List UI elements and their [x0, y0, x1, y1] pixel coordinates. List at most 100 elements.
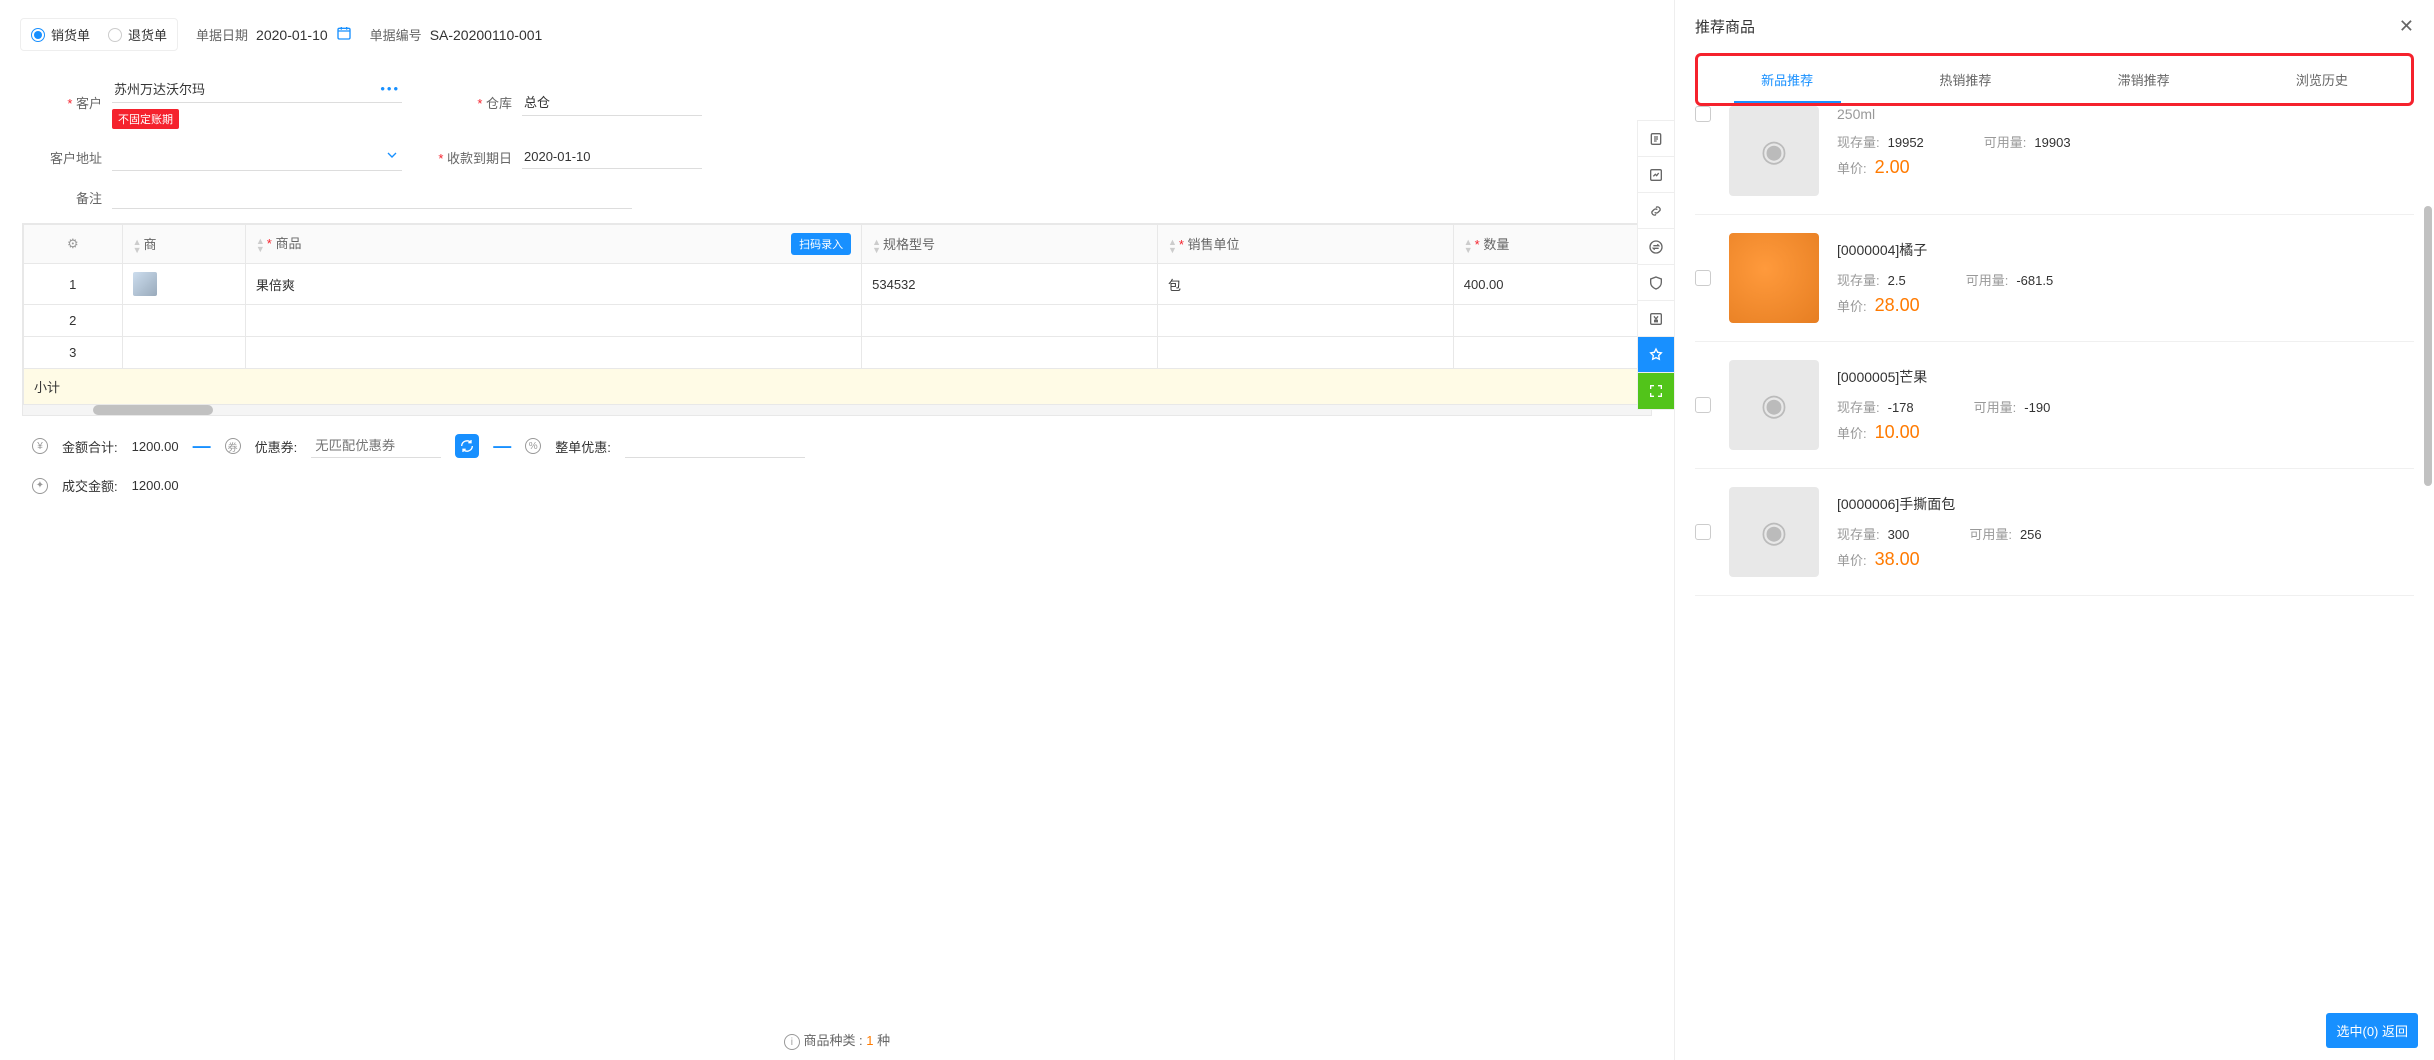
chevron-down-icon[interactable] — [384, 147, 400, 166]
more-icon[interactable]: ••• — [380, 81, 400, 96]
footer-count: 1 — [866, 1033, 873, 1048]
tab-hot[interactable]: 热销推荐 — [1876, 60, 2054, 99]
due-value[interactable]: 2020-01-10 — [524, 149, 591, 164]
table-row[interactable]: 1 果倍爽 534532 包 400.00 — [24, 264, 1651, 305]
recommend-item[interactable]: ◉[0000005]芒果现存量:-178可用量:-190单价:10.00 — [1695, 342, 2414, 469]
product-name: [0000006]手撕面包 — [1837, 494, 2414, 514]
panel-title: 推荐商品 — [1695, 16, 1755, 37]
radio-sales[interactable]: 销货单 — [31, 25, 90, 44]
stock-value: 19952 — [1888, 135, 1924, 150]
col-name[interactable]: 商品 — [275, 236, 301, 251]
customer-value[interactable]: 苏州万达沃尔玛 — [114, 79, 205, 98]
stock-value: 2.5 — [1888, 273, 1906, 288]
tab-slow[interactable]: 滞销推荐 — [2055, 60, 2233, 99]
tool-star-icon[interactable] — [1638, 337, 1674, 373]
remark-input[interactable] — [112, 185, 632, 209]
price-value: 38.00 — [1875, 549, 1920, 569]
price-value: 28.00 — [1875, 295, 1920, 315]
tool-swap-icon[interactable] — [1638, 229, 1674, 265]
coupon-input[interactable] — [311, 434, 441, 458]
footer-label: 商品种类 : — [803, 1033, 862, 1048]
avail-value: 19903 — [2034, 135, 2070, 150]
price-value: 2.00 — [1875, 157, 1910, 177]
vertical-scrollbar[interactable] — [2424, 206, 2432, 486]
recommend-item[interactable]: ◉250ml现存量:19952可用量:19903单价:2.00 — [1695, 106, 2414, 215]
product-name: [0000005]芒果 — [1837, 367, 2414, 387]
item-checkbox[interactable] — [1695, 106, 1711, 122]
recommend-item[interactable]: ◉[0000006]手撕面包现存量:300可用量:256单价:38.00 — [1695, 469, 2414, 596]
deal-value: 1200.00 — [132, 478, 179, 493]
order-type-group: 销货单 退货单 — [20, 18, 178, 51]
product-image: ◉ — [1729, 487, 1819, 577]
col-img[interactable]: 商 — [144, 237, 157, 252]
price-value: 10.00 — [1875, 422, 1920, 442]
product-thumb — [122, 264, 245, 305]
doc-date-value[interactable]: 2020-01-10 — [256, 27, 328, 43]
tool-shield-icon[interactable] — [1638, 265, 1674, 301]
tool-expand-icon[interactable] — [1638, 373, 1674, 409]
gear-icon[interactable]: ⚙ — [67, 236, 79, 251]
line-items-table: ⚙ ▲▼商 ▲▼* 商品 扫码录入 ▲▼规格型号 ▲▼* 销售单位 ▲▼* 数量… — [22, 223, 1652, 416]
tab-history[interactable]: 浏览历史 — [2233, 60, 2411, 99]
radio-label: 退货单 — [128, 25, 167, 44]
doc-no-value: SA-20200110-001 — [430, 27, 543, 43]
avail-value: 256 — [2020, 527, 2042, 542]
col-unit[interactable]: 销售单位 — [1188, 237, 1240, 252]
col-spec[interactable]: 规格型号 — [883, 237, 935, 252]
table-row[interactable]: 2 — [24, 305, 1651, 337]
refresh-icon[interactable] — [455, 434, 479, 458]
close-icon[interactable]: ✕ — [2399, 16, 2414, 37]
badge-term: 不固定账期 — [112, 109, 179, 129]
subtotal-row: 小计 — [24, 369, 1651, 405]
radio-return[interactable]: 退货单 — [108, 25, 167, 44]
product-name: [0000004]橘子 — [1837, 240, 2414, 260]
coupon-icon: 券 — [225, 438, 241, 454]
tool-doc-icon[interactable] — [1638, 121, 1674, 157]
item-checkbox[interactable] — [1695, 524, 1711, 540]
avail-value: -190 — [2024, 400, 2050, 415]
info-icon: i — [784, 1034, 800, 1050]
item-checkbox[interactable] — [1695, 397, 1711, 413]
address-label: 客户地址 — [22, 148, 102, 167]
tool-chart-icon[interactable] — [1638, 157, 1674, 193]
tab-new[interactable]: 新品推荐 — [1698, 60, 1876, 99]
product-name: 250ml — [1837, 106, 2414, 122]
recommend-item[interactable]: [0000004]橘子现存量:2.5可用量:-681.5单价:28.00 — [1695, 215, 2414, 342]
warehouse-value[interactable]: 总仓 — [524, 92, 550, 111]
due-label: 收款到期日 — [432, 148, 512, 167]
stock-label: 现存量: — [1837, 527, 1880, 542]
tool-link-icon[interactable] — [1638, 193, 1674, 229]
price-label: 单价: — [1837, 161, 1867, 176]
price-label: 单价: — [1837, 426, 1867, 441]
stock-value: 300 — [1888, 527, 1910, 542]
calendar-icon[interactable] — [336, 25, 352, 44]
recommend-tabs: 新品推荐 热销推荐 滞销推荐 浏览历史 — [1695, 53, 2414, 106]
radio-label: 销货单 — [51, 25, 90, 44]
item-checkbox[interactable] — [1695, 270, 1711, 286]
footer-unit: 种 — [877, 1033, 890, 1048]
customer-label: 客户 — [22, 93, 102, 112]
avail-label: 可用量: — [1984, 135, 2027, 150]
col-qty[interactable]: 数量 — [1483, 237, 1509, 252]
deal-icon: ✦ — [32, 478, 48, 494]
product-image — [1729, 233, 1819, 323]
warehouse-label: 仓库 — [432, 93, 512, 112]
discount-icon: % — [525, 438, 541, 454]
dash-icon: — — [193, 436, 211, 457]
scan-button[interactable]: 扫码录入 — [791, 233, 851, 255]
radio-icon — [31, 28, 45, 42]
amount-label: 金额合计: — [62, 437, 118, 456]
select-return-button[interactable]: 选中(0) 返回 — [2326, 1013, 2418, 1048]
tool-yen-icon[interactable] — [1638, 301, 1674, 337]
side-toolbar — [1637, 120, 1674, 410]
avail-label: 可用量: — [1966, 273, 2009, 288]
dash-icon: — — [493, 436, 511, 457]
horizontal-scrollbar[interactable] — [23, 405, 1651, 415]
deal-label: 成交金额: — [62, 476, 118, 495]
stock-label: 现存量: — [1837, 273, 1880, 288]
avail-label: 可用量: — [1974, 400, 2017, 415]
table-row[interactable]: 3 — [24, 337, 1651, 369]
whole-discount-input[interactable] — [625, 434, 805, 458]
price-label: 单价: — [1837, 553, 1867, 568]
remark-label: 备注 — [22, 188, 102, 207]
